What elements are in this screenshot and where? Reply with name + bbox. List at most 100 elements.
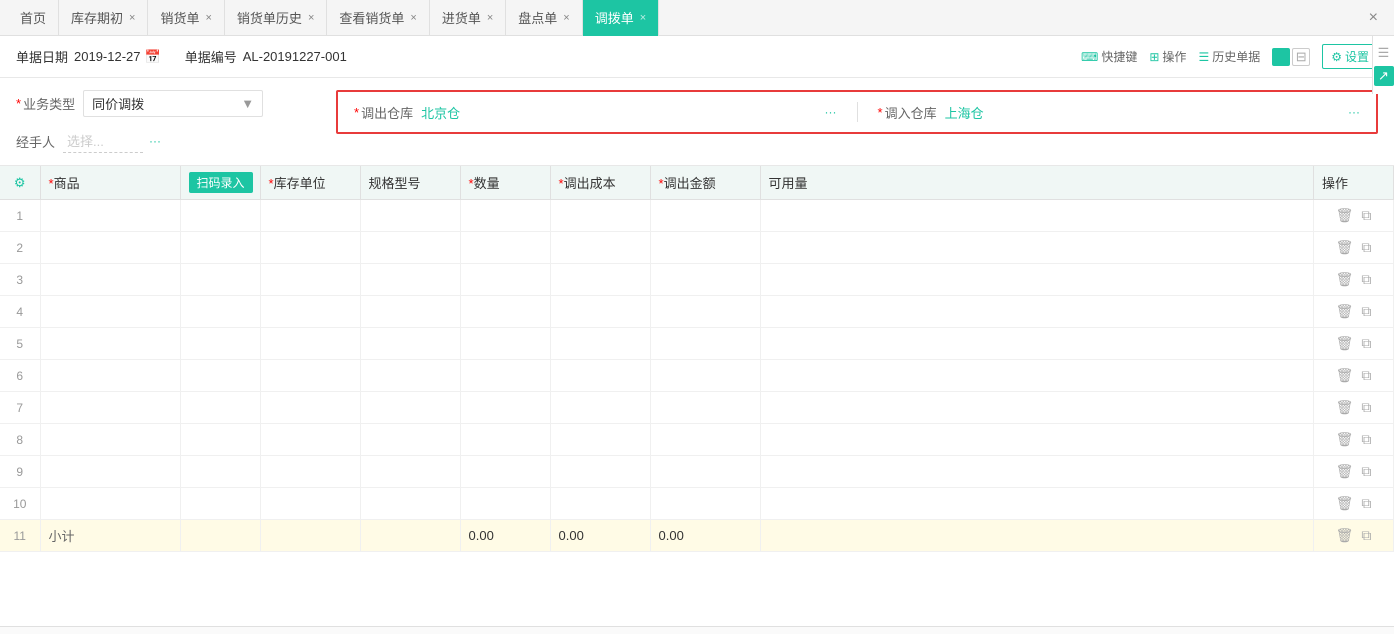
row-product-cell[interactable] xyxy=(40,360,180,392)
row-qty-cell[interactable] xyxy=(460,424,550,456)
window-close-button[interactable]: × xyxy=(1361,9,1386,27)
row-delete-icon[interactable]: 🗑 xyxy=(1336,335,1354,352)
row-delete-icon[interactable]: 🗑 xyxy=(1336,495,1354,512)
tab-purchase-order[interactable]: 进货单 × xyxy=(430,0,506,36)
row-delete-icon[interactable]: 🗑 xyxy=(1336,431,1354,448)
row-spec-cell[interactable] xyxy=(360,424,460,456)
operations-button[interactable]: ⊞ 操作 xyxy=(1149,48,1186,65)
biz-type-select[interactable]: 同价调拨 ▼ xyxy=(83,90,263,117)
tab-transfer-order[interactable]: 调拨单 × xyxy=(583,0,659,36)
row-qty-cell[interactable] xyxy=(460,328,550,360)
row-spec-cell[interactable] xyxy=(360,360,460,392)
row-copy-icon[interactable]: ⧉ xyxy=(1361,207,1371,224)
row-spec-cell[interactable] xyxy=(360,488,460,520)
scan-entry-button[interactable]: 扫码录入 xyxy=(189,172,253,193)
sidebar-expand-icon[interactable]: ↗ xyxy=(1374,66,1394,86)
row-unit-cell[interactable] xyxy=(260,360,360,392)
row-product-cell[interactable] xyxy=(40,328,180,360)
row-copy-icon[interactable]: ⧉ xyxy=(1361,463,1371,480)
tab-view-sales[interactable]: 查看销货单 × xyxy=(327,0,429,36)
row-product-cell[interactable] xyxy=(40,392,180,424)
row-copy-icon[interactable]: ⧉ xyxy=(1361,399,1371,416)
in-warehouse-value[interactable]: 上海仓 xyxy=(945,103,984,122)
row-amount-cell[interactable] xyxy=(650,424,760,456)
tab-close-inventory-check[interactable]: × xyxy=(563,12,569,24)
row-qty-cell[interactable] xyxy=(460,200,550,232)
row-qty-cell[interactable] xyxy=(460,360,550,392)
row-qty-cell[interactable] xyxy=(460,392,550,424)
sidebar-list-icon[interactable]: ☰ xyxy=(1375,44,1393,62)
row-cost-cell[interactable] xyxy=(550,328,650,360)
th-gear[interactable]: ⚙ xyxy=(0,166,40,200)
row-delete-icon[interactable]: 🗑 xyxy=(1336,239,1354,256)
row-amount-cell[interactable] xyxy=(650,232,760,264)
row-unit-cell[interactable] xyxy=(260,424,360,456)
tab-close-sales-order[interactable]: × xyxy=(205,12,211,24)
row-cost-cell[interactable] xyxy=(550,392,650,424)
operator-more-btn[interactable]: ··· xyxy=(149,134,161,148)
row-cost-cell[interactable] xyxy=(550,488,650,520)
view-toggle-list[interactable] xyxy=(1272,48,1290,66)
settings-button[interactable]: ⚙ 设置 xyxy=(1322,44,1378,69)
row-product-cell[interactable] xyxy=(40,232,180,264)
row-cost-cell[interactable] xyxy=(550,456,650,488)
row-product-cell[interactable] xyxy=(40,456,180,488)
row-unit-cell[interactable] xyxy=(260,296,360,328)
history-button[interactable]: ☰ 历史单据 xyxy=(1198,48,1260,65)
tab-close-sales-history[interactable]: × xyxy=(308,12,314,24)
row-spec-cell[interactable] xyxy=(360,200,460,232)
tab-home[interactable]: 首页 xyxy=(8,0,59,36)
shortcuts-button[interactable]: ⌨ 快捷键 xyxy=(1081,48,1137,65)
tab-close-view-sales[interactable]: × xyxy=(410,12,416,24)
calendar-icon[interactable]: 📅 xyxy=(145,49,161,65)
row-delete-icon[interactable]: 🗑 xyxy=(1336,303,1354,320)
row-qty-cell[interactable] xyxy=(460,488,550,520)
row-qty-cell[interactable] xyxy=(460,296,550,328)
row-cost-cell[interactable] xyxy=(550,200,650,232)
tab-close-transfer-order[interactable]: × xyxy=(640,12,646,24)
row-copy-icon[interactable]: ⧉ xyxy=(1361,431,1371,448)
out-warehouse-more-btn[interactable]: ··· xyxy=(825,105,837,119)
row-cost-cell[interactable] xyxy=(550,264,650,296)
row-amount-cell[interactable] xyxy=(650,296,760,328)
row-amount-cell[interactable] xyxy=(650,328,760,360)
row-spec-cell[interactable] xyxy=(360,328,460,360)
row-amount-cell[interactable] xyxy=(650,264,760,296)
row-delete-icon[interactable]: 🗑 xyxy=(1336,463,1354,480)
row-qty-cell[interactable] xyxy=(460,456,550,488)
row-unit-cell[interactable] xyxy=(260,456,360,488)
row-delete-icon[interactable]: 🗑 xyxy=(1336,271,1354,288)
tab-inventory-check[interactable]: 盘点单 × xyxy=(506,0,582,36)
row-delete-icon[interactable]: 🗑 xyxy=(1336,399,1354,416)
tab-close-purchase-order[interactable]: × xyxy=(487,12,493,24)
operator-input[interactable]: 选择... xyxy=(63,129,143,153)
row-amount-cell[interactable] xyxy=(650,360,760,392)
row-spec-cell[interactable] xyxy=(360,456,460,488)
row-amount-cell[interactable] xyxy=(650,456,760,488)
row-copy-icon[interactable]: ⧉ xyxy=(1361,495,1371,512)
row-copy-icon[interactable]: ⧉ xyxy=(1361,335,1371,352)
row-spec-cell[interactable] xyxy=(360,296,460,328)
row-product-cell[interactable] xyxy=(40,488,180,520)
subtotal-copy-icon[interactable]: ⧉ xyxy=(1361,527,1371,544)
row-product-cell[interactable] xyxy=(40,264,180,296)
view-toggle-grid[interactable]: ⊟ xyxy=(1292,48,1310,66)
row-copy-icon[interactable]: ⧉ xyxy=(1361,303,1371,320)
row-amount-cell[interactable] xyxy=(650,392,760,424)
in-warehouse-more-btn[interactable]: ··· xyxy=(1348,105,1360,119)
row-spec-cell[interactable] xyxy=(360,264,460,296)
scrollbar-area[interactable] xyxy=(0,626,1394,634)
row-product-cell[interactable] xyxy=(40,296,180,328)
tab-sales-history[interactable]: 销货单历史 × xyxy=(225,0,327,36)
row-unit-cell[interactable] xyxy=(260,264,360,296)
row-qty-cell[interactable] xyxy=(460,232,550,264)
row-product-cell[interactable] xyxy=(40,424,180,456)
row-unit-cell[interactable] xyxy=(260,488,360,520)
date-value[interactable]: 2019-12-27 xyxy=(74,49,141,64)
row-unit-cell[interactable] xyxy=(260,232,360,264)
row-cost-cell[interactable] xyxy=(550,232,650,264)
row-unit-cell[interactable] xyxy=(260,392,360,424)
tab-inventory-init[interactable]: 库存期初 × xyxy=(59,0,148,36)
row-cost-cell[interactable] xyxy=(550,360,650,392)
row-unit-cell[interactable] xyxy=(260,328,360,360)
